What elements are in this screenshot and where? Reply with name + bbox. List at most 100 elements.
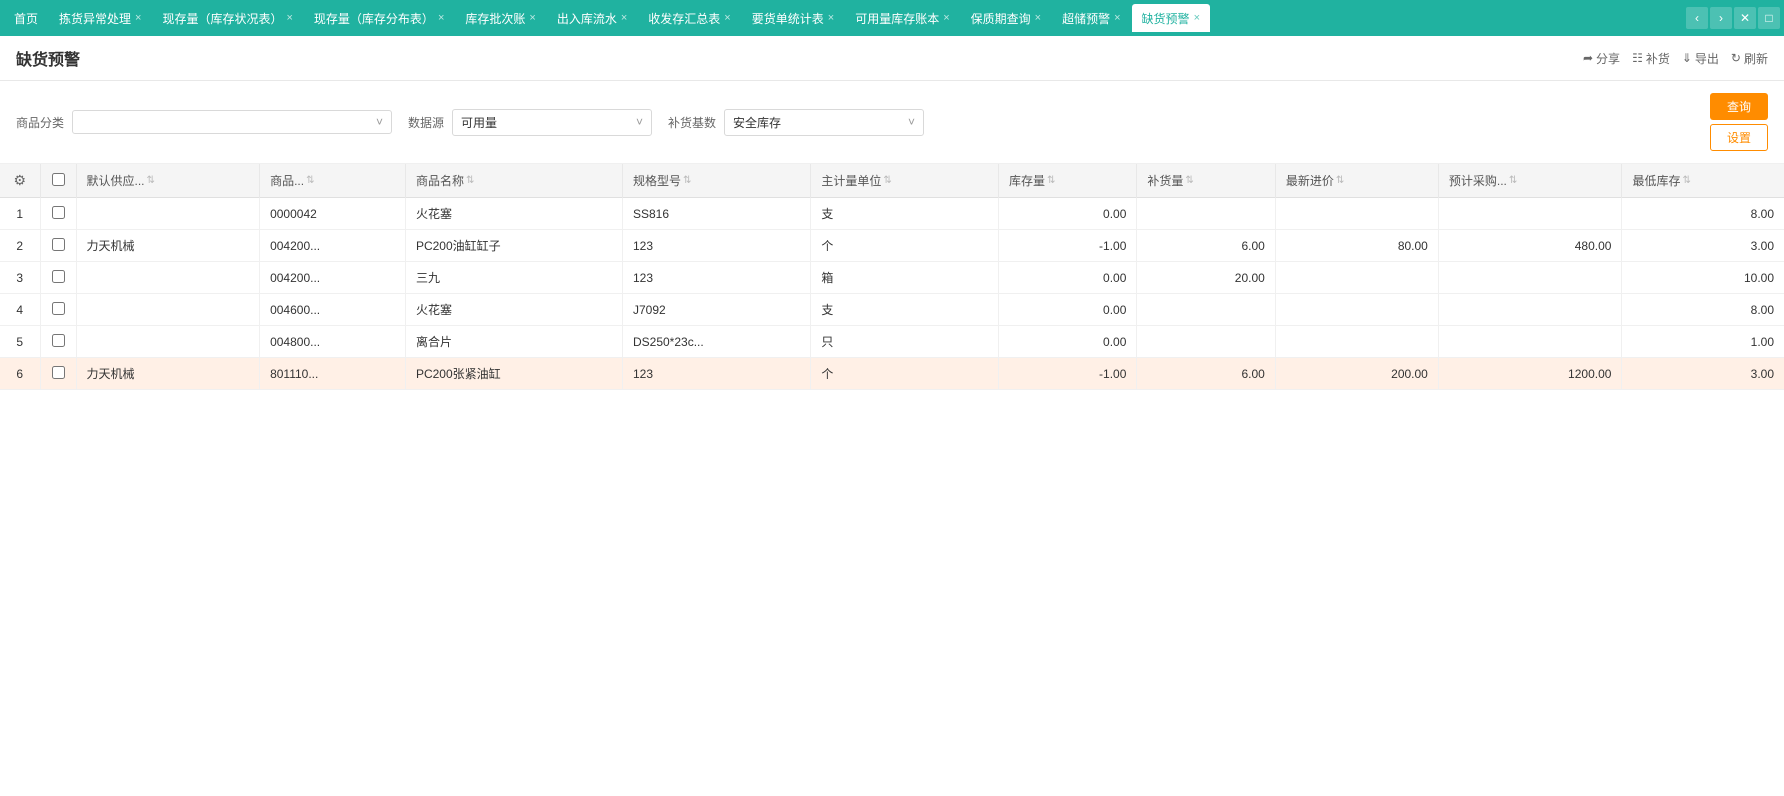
- row-checkbox[interactable]: [52, 334, 65, 347]
- datasource-filter-group: 数据源 可用量 ˅: [408, 109, 652, 136]
- replenish-base-filter-group: 补货基数 安全库存 ˅: [668, 109, 924, 136]
- tab-close-icon[interactable]: ×: [621, 12, 627, 24]
- tab-close-icon[interactable]: ×: [1035, 12, 1041, 24]
- tab-shortage[interactable]: 缺货预警 ×: [1132, 4, 1210, 32]
- th-checkbox: [40, 164, 76, 198]
- replenish-base-select[interactable]: 安全库存 ˅: [724, 109, 924, 136]
- row-checkbox[interactable]: [52, 206, 65, 219]
- cell-product_name: 离合片: [405, 326, 622, 358]
- row-checkbox[interactable]: [52, 270, 65, 283]
- row-checkbox-cell: [40, 198, 76, 230]
- cell-product_code: 004600...: [260, 294, 406, 326]
- col-label-replenish_qty: 补货量: [1147, 172, 1183, 189]
- col-label-product_code: 商品...: [270, 172, 304, 189]
- cell-latest_price: [1275, 294, 1438, 326]
- cell-est_purchase: 1200.00: [1438, 358, 1622, 390]
- category-select[interactable]: ˅: [72, 110, 392, 134]
- cell-stock: 0.00: [999, 294, 1137, 326]
- cell-supplier: 力天机械: [76, 358, 260, 390]
- cell-spec: J7092: [622, 294, 810, 326]
- tab-prev-button[interactable]: ‹: [1686, 7, 1708, 29]
- row-checkbox[interactable]: [52, 302, 65, 315]
- category-chevron-icon: ˅: [376, 115, 383, 129]
- replenish-base-chevron-icon: ˅: [908, 115, 915, 129]
- tab-close-icon[interactable]: ×: [943, 12, 949, 24]
- datasource-value: 可用量: [461, 114, 497, 131]
- col-label-stock: 库存量: [1009, 172, 1045, 189]
- sort-icon-product_code: ⇅: [306, 175, 314, 186]
- refresh-icon: ↻: [1731, 51, 1741, 65]
- tab-close-icon[interactable]: ×: [1114, 12, 1120, 24]
- cell-unit: 支: [811, 294, 999, 326]
- cell-product_code: 0000042: [260, 198, 406, 230]
- cell-replenish_qty: [1137, 326, 1275, 358]
- th-min_stock[interactable]: 最低库存⇅: [1622, 164, 1784, 198]
- cell-stock: 0.00: [999, 198, 1137, 230]
- sort-icon-product_name: ⇅: [466, 175, 474, 186]
- replenish-base-value: 安全库存: [733, 114, 781, 131]
- tab-overstock[interactable]: 超储预警×: [1052, 4, 1130, 32]
- category-filter-group: 商品分类 ˅: [16, 110, 392, 134]
- row-checkbox[interactable]: [52, 238, 65, 251]
- tab-close-icon[interactable]: ×: [1194, 12, 1200, 24]
- tab-order-stats[interactable]: 要货单统计表×: [742, 4, 844, 32]
- tab-close-icon[interactable]: ×: [286, 12, 292, 24]
- refresh-button[interactable]: ↻ 刷新: [1731, 50, 1768, 67]
- cell-supplier: [76, 326, 260, 358]
- tab-label: 缺货预警: [1142, 10, 1190, 27]
- replenish-button[interactable]: ☷ 补货: [1632, 50, 1670, 67]
- cell-est_purchase: [1438, 198, 1622, 230]
- query-button[interactable]: 查询: [1710, 93, 1768, 120]
- share-button[interactable]: ➦ 分享: [1583, 50, 1620, 67]
- row-checkbox[interactable]: [52, 366, 65, 379]
- tab-close-icon[interactable]: ×: [724, 12, 730, 24]
- tab-abnormal[interactable]: 拣货异常处理×: [49, 4, 151, 32]
- tab-receipt-total[interactable]: 收发存汇总表×: [638, 4, 740, 32]
- row-checkbox-cell: [40, 294, 76, 326]
- tab-inventory-status[interactable]: 现存量（库存状况表）×: [152, 4, 302, 32]
- th-spec[interactable]: 规格型号⇅: [622, 164, 810, 198]
- cell-supplier: [76, 294, 260, 326]
- cell-supplier: 力天机械: [76, 230, 260, 262]
- tab-close-icon[interactable]: ×: [529, 12, 535, 24]
- th-latest_price[interactable]: 最新进价⇅: [1275, 164, 1438, 198]
- gear-settings-button[interactable]: ⚙: [13, 172, 26, 189]
- tab-next-button[interactable]: ›: [1710, 7, 1732, 29]
- row-number: 6: [0, 358, 40, 390]
- tab-close-icon[interactable]: ×: [828, 12, 834, 24]
- datasource-label: 数据源: [408, 114, 444, 131]
- data-table: ⚙默认供应...⇅商品...⇅商品名称⇅规格型号⇅主计量单位⇅库存量⇅补货量⇅最…: [0, 164, 1784, 390]
- cell-min_stock: 10.00: [1622, 262, 1784, 294]
- row-number: 3: [0, 262, 40, 294]
- tab-expiry-query[interactable]: 保质期查询×: [961, 4, 1051, 32]
- row-checkbox-cell: [40, 262, 76, 294]
- tab-close-icon[interactable]: ×: [135, 12, 141, 24]
- th-supplier[interactable]: 默认供应...⇅: [76, 164, 260, 198]
- tab-batch-account[interactable]: 库存批次账×: [455, 4, 545, 32]
- tab-close-button[interactable]: ✕: [1734, 7, 1756, 29]
- cell-min_stock: 8.00: [1622, 198, 1784, 230]
- cell-unit: 个: [811, 230, 999, 262]
- tab-close-icon[interactable]: ×: [438, 12, 444, 24]
- tab-available-ledger[interactable]: 可用量库存账本 ×: [845, 4, 959, 32]
- cell-spec: 123: [622, 358, 810, 390]
- tab-label: 可用量库存账本: [855, 10, 939, 27]
- cell-stock: 0.00: [999, 262, 1137, 294]
- cell-replenish_qty: 6.00: [1137, 358, 1275, 390]
- tab-maximize-button[interactable]: □: [1758, 7, 1780, 29]
- tab-inventory-dist[interactable]: 现存量（库存分布表）×: [304, 4, 454, 32]
- th-product_name[interactable]: 商品名称⇅: [405, 164, 622, 198]
- header-actions: ➦ 分享 ☷ 补货 ⇓ 导出 ↻ 刷新: [1583, 50, 1768, 67]
- th-unit[interactable]: 主计量单位⇅: [811, 164, 999, 198]
- export-button[interactable]: ⇓ 导出: [1682, 50, 1719, 67]
- datasource-select[interactable]: 可用量 ˅: [452, 109, 652, 136]
- th-replenish_qty[interactable]: 补货量⇅: [1137, 164, 1275, 198]
- tab-in-out-flow[interactable]: 出入库流水×: [547, 4, 637, 32]
- th-product_code[interactable]: 商品...⇅: [260, 164, 406, 198]
- replenish-base-label: 补货基数: [668, 114, 716, 131]
- tab-home[interactable]: 首页: [4, 4, 48, 32]
- th-stock[interactable]: 库存量⇅: [999, 164, 1137, 198]
- th-est_purchase[interactable]: 预计采购...⇅: [1438, 164, 1622, 198]
- select-all-checkbox[interactable]: [52, 173, 65, 186]
- settings-button[interactable]: 设置: [1710, 124, 1768, 151]
